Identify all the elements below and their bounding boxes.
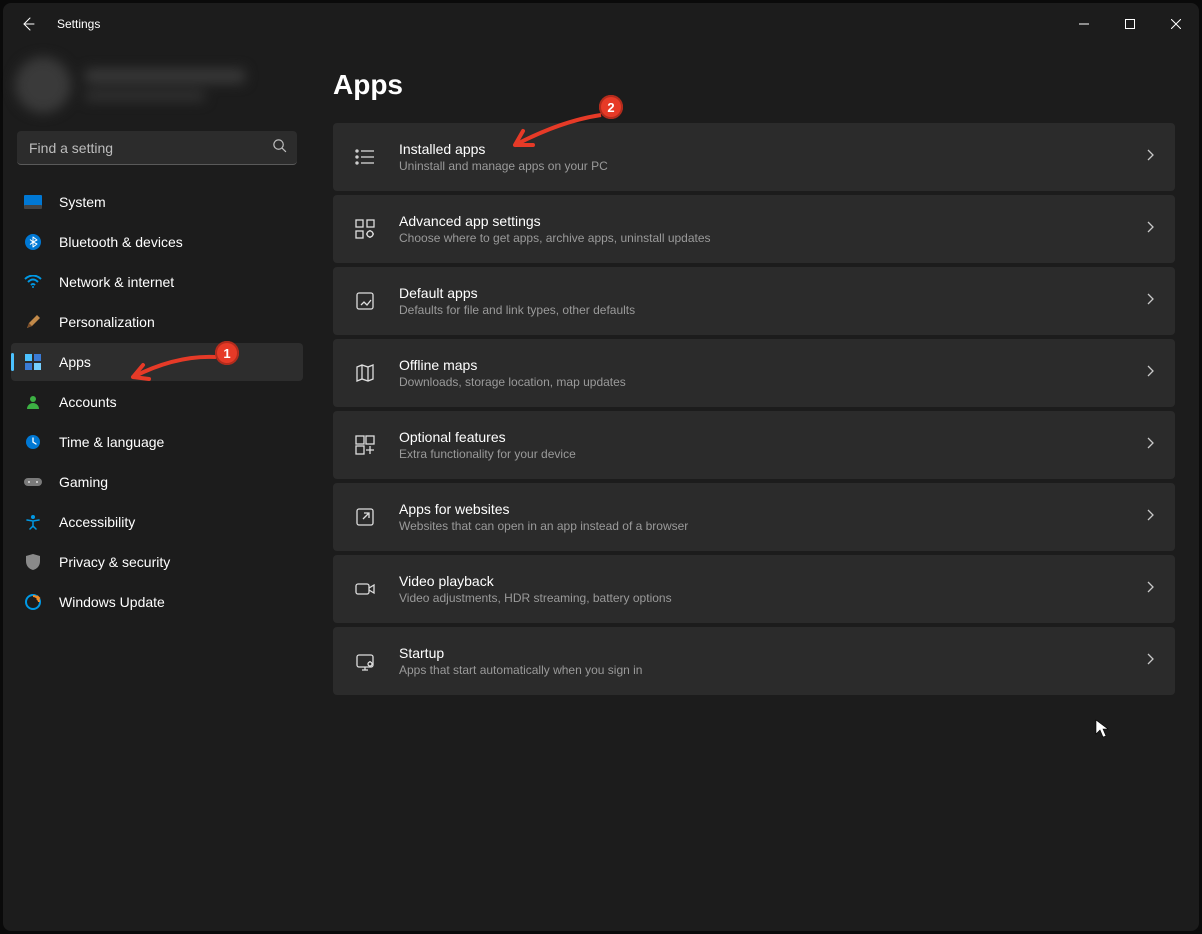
chevron-right-icon — [1145, 148, 1155, 167]
chevron-right-icon — [1145, 508, 1155, 527]
brush-icon — [23, 312, 43, 332]
sidebar-item-time[interactable]: Time & language — [11, 423, 303, 461]
sidebar-item-apps[interactable]: Apps — [11, 343, 303, 381]
chevron-right-icon — [1145, 652, 1155, 671]
card-subtitle: Downloads, storage location, map updates — [399, 375, 1145, 389]
clock-icon — [23, 432, 43, 452]
sidebar-item-bluetooth[interactable]: Bluetooth & devices — [11, 223, 303, 261]
open-external-icon — [351, 503, 379, 531]
card-offline-maps[interactable]: Offline maps Downloads, storage location… — [333, 339, 1175, 407]
card-subtitle: Apps that start automatically when you s… — [399, 663, 1145, 677]
card-advanced-app-settings[interactable]: Advanced app settings Choose where to ge… — [333, 195, 1175, 263]
chevron-right-icon — [1145, 364, 1155, 383]
nav-label: Accessibility — [59, 514, 135, 530]
card-subtitle: Websites that can open in an app instead… — [399, 519, 1145, 533]
card-title: Video playback — [399, 573, 1145, 589]
chevron-right-icon — [1145, 580, 1155, 599]
monitor-icon — [23, 192, 43, 212]
chevron-right-icon — [1145, 436, 1155, 455]
sidebar-item-network[interactable]: Network & internet — [11, 263, 303, 301]
close-button[interactable] — [1153, 8, 1199, 40]
card-default-apps[interactable]: Default apps Defaults for file and link … — [333, 267, 1175, 335]
nav-label: Personalization — [59, 314, 155, 330]
card-title: Advanced app settings — [399, 213, 1145, 229]
update-icon — [23, 592, 43, 612]
search-input[interactable] — [29, 140, 272, 156]
chevron-right-icon — [1145, 292, 1155, 311]
card-installed-apps[interactable]: Installed apps Uninstall and manage apps… — [333, 123, 1175, 191]
nav-label: Privacy & security — [59, 554, 170, 570]
features-icon — [351, 431, 379, 459]
card-subtitle: Choose where to get apps, archive apps, … — [399, 231, 1145, 245]
user-profile[interactable] — [15, 49, 299, 121]
card-subtitle: Uninstall and manage apps on your PC — [399, 159, 1145, 173]
page-title: Apps — [333, 69, 1175, 101]
chevron-right-icon — [1145, 220, 1155, 239]
search-box[interactable] — [17, 131, 297, 165]
sidebar-item-update[interactable]: Windows Update — [11, 583, 303, 621]
sidebar-item-system[interactable]: System — [11, 183, 303, 221]
accessibility-icon — [23, 512, 43, 532]
sidebar: System Bluetooth & devices Network & int… — [3, 45, 315, 931]
card-title: Startup — [399, 645, 1145, 661]
nav-label: Bluetooth & devices — [59, 234, 183, 250]
apps-icon — [23, 352, 43, 372]
list-icon — [351, 143, 379, 171]
startup-icon — [351, 647, 379, 675]
card-title: Installed apps — [399, 141, 1145, 157]
nav-label: Accounts — [59, 394, 117, 410]
card-title: Apps for websites — [399, 501, 1145, 517]
card-title: Offline maps — [399, 357, 1145, 373]
sidebar-item-accessibility[interactable]: Accessibility — [11, 503, 303, 541]
card-video-playback[interactable]: Video playback Video adjustments, HDR st… — [333, 555, 1175, 623]
avatar — [15, 57, 71, 113]
annotation-badge-2: 2 — [599, 95, 623, 119]
video-icon — [351, 575, 379, 603]
shield-icon — [23, 552, 43, 572]
card-apps-for-websites[interactable]: Apps for websites Websites that can open… — [333, 483, 1175, 551]
window-title: Settings — [57, 17, 100, 31]
sidebar-item-personalization[interactable]: Personalization — [11, 303, 303, 341]
apps-gear-icon — [351, 215, 379, 243]
gamepad-icon — [23, 472, 43, 492]
map-icon — [351, 359, 379, 387]
titlebar: Settings — [3, 3, 1199, 45]
minimize-button[interactable] — [1061, 8, 1107, 40]
sidebar-item-gaming[interactable]: Gaming — [11, 463, 303, 501]
main-content: Apps Installed apps Uninstall and manage… — [315, 45, 1199, 931]
nav-label: Network & internet — [59, 274, 174, 290]
person-icon — [23, 392, 43, 412]
card-title: Default apps — [399, 285, 1145, 301]
bluetooth-icon — [23, 232, 43, 252]
nav-label: Apps — [59, 354, 91, 370]
nav-label: Windows Update — [59, 594, 165, 610]
back-button[interactable] — [17, 13, 39, 35]
card-subtitle: Video adjustments, HDR streaming, batter… — [399, 591, 1145, 605]
card-subtitle: Extra functionality for your device — [399, 447, 1145, 461]
wifi-icon — [23, 272, 43, 292]
search-icon — [272, 138, 287, 158]
card-startup[interactable]: Startup Apps that start automatically wh… — [333, 627, 1175, 695]
card-optional-features[interactable]: Optional features Extra functionality fo… — [333, 411, 1175, 479]
card-subtitle: Defaults for file and link types, other … — [399, 303, 1145, 317]
maximize-button[interactable] — [1107, 8, 1153, 40]
annotation-badge-1: 1 — [215, 341, 239, 365]
default-icon — [351, 287, 379, 315]
sidebar-item-privacy[interactable]: Privacy & security — [11, 543, 303, 581]
nav-label: System — [59, 194, 106, 210]
nav-label: Gaming — [59, 474, 108, 490]
nav-list: System Bluetooth & devices Network & int… — [11, 183, 303, 621]
sidebar-item-accounts[interactable]: Accounts — [11, 383, 303, 421]
nav-label: Time & language — [59, 434, 164, 450]
card-title: Optional features — [399, 429, 1145, 445]
